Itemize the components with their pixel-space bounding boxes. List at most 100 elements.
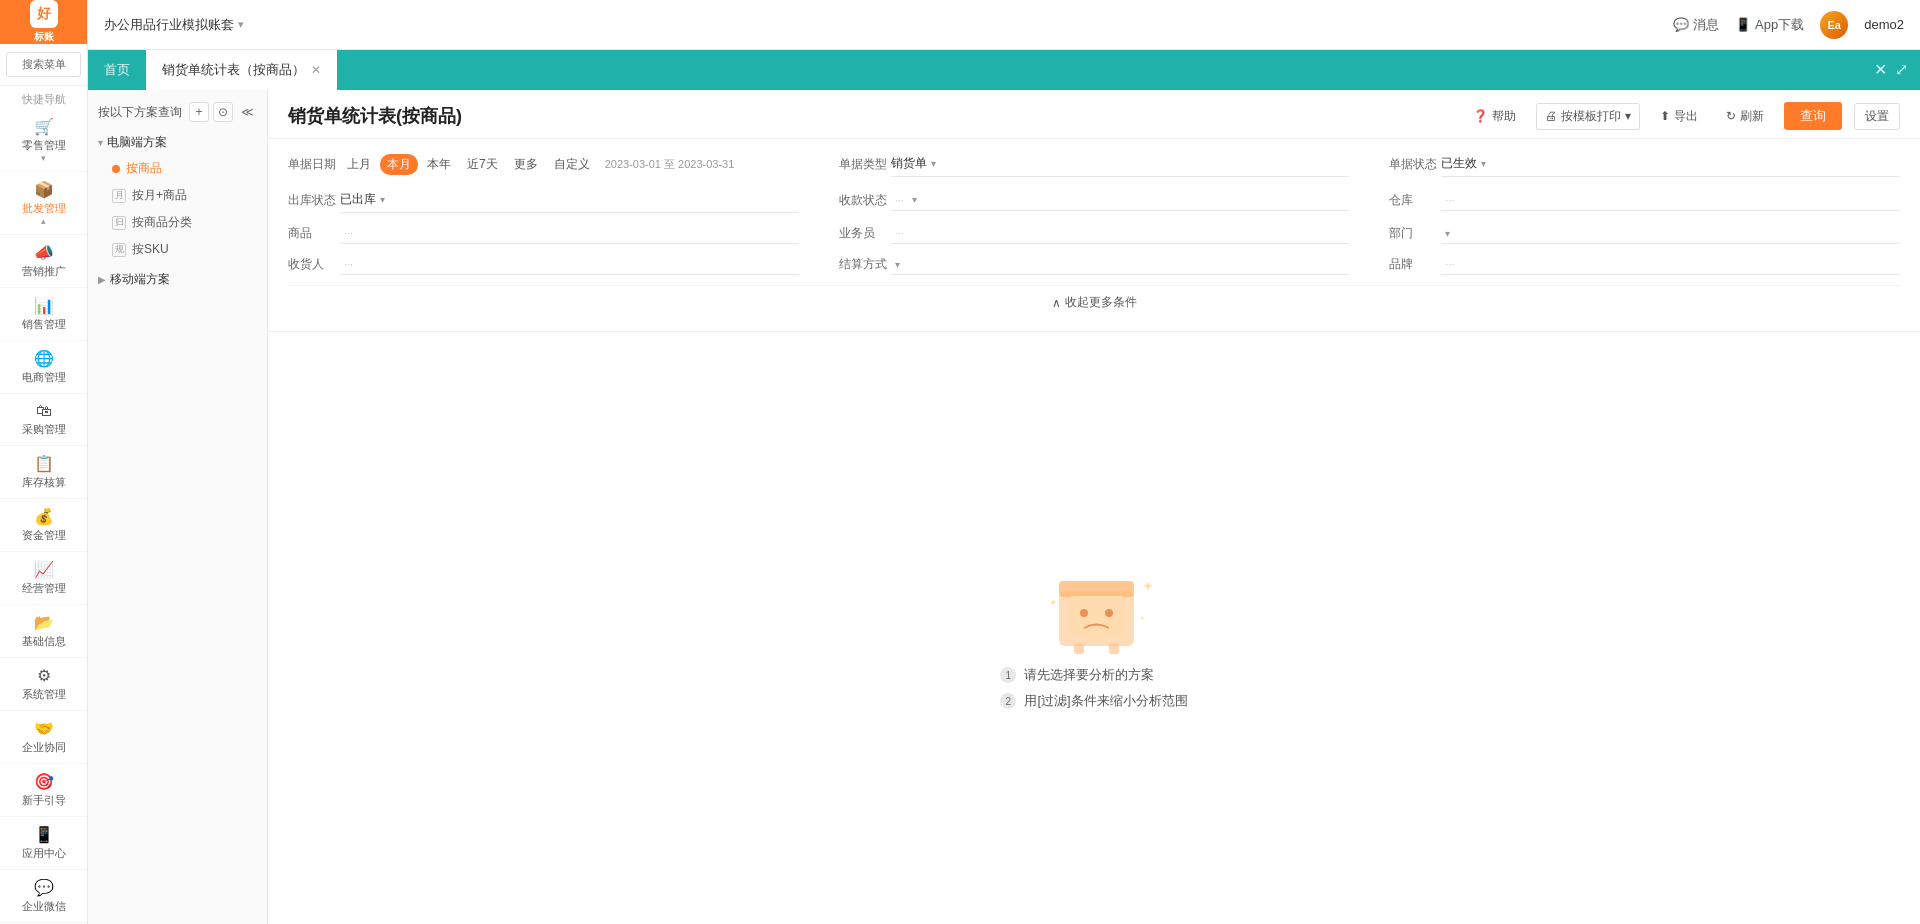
warehouse-control: ··· <box>1441 190 1900 211</box>
tab-close-all-button[interactable]: ✕ <box>1874 62 1887 78</box>
mobile-group-arrow: ▶ <box>98 274 106 285</box>
collapse-button[interactable]: ∧ 收起更多条件 <box>1052 294 1137 311</box>
sidebar-item-sales[interactable]: 📊 销售管理 <box>0 288 87 341</box>
scheme-item-by-product[interactable]: 按商品 <box>88 155 267 182</box>
scheme-group-mobile-header[interactable]: ▶ 移动端方案 <box>88 267 267 292</box>
date-tabs-container: 上月 本月 本年 近7天 更多 自定义 2023-03-01 至 2023-03… <box>340 154 734 175</box>
sidebar-item-retail-label: 零售管理 <box>22 138 66 153</box>
sidebar-item-basic[interactable]: 📂 基础信息 <box>0 605 87 658</box>
payment-dropdown-arrow[interactable]: ▾ <box>891 259 904 270</box>
salesperson-filter-item: 业务员 ··· <box>839 223 1350 244</box>
sidebar-item-wechat[interactable]: 💬 企业微信 <box>0 870 87 923</box>
app-download-button[interactable]: 📱 App下载 <box>1735 16 1804 34</box>
empty-tip-1: 1 请先选择要分析的方案 <box>1000 666 1187 684</box>
sidebar-item-marketing[interactable]: 📣 营销推广 <box>0 235 87 288</box>
doc-status-dropdown-arrow[interactable]: ▾ <box>1477 158 1490 169</box>
message-icon: 💬 <box>1673 17 1689 32</box>
sidebar-item-retail[interactable]: 🛒 零售管理 ▾ <box>0 109 87 172</box>
date-tab-this-month[interactable]: 本月 <box>380 154 418 175</box>
payment-label: 结算方式 <box>839 256 891 273</box>
scheme-add-button[interactable]: + <box>189 102 209 122</box>
app-logo[interactable]: 好 标账 <box>0 0 87 44</box>
tab-bar: 首页 销货单统计表（按商品） ✕ ✕ ⤢ <box>88 50 1920 90</box>
sidebar-item-ecommerce[interactable]: 🌐 电商管理 <box>0 341 87 394</box>
stock-status-label: 出库状态 <box>288 192 340 209</box>
sidebar-item-finance-label: 资金管理 <box>22 528 66 543</box>
sidebar-item-system-label: 系统管理 <box>22 687 66 702</box>
content-area: 按以下方案查询 + ⊙ ≪ ▾ 电脑端方案 按商品 月 <box>88 90 1920 924</box>
filter-row-1: 单据日期 上月 本月 本年 近7天 更多 自定义 2023-03-01 至 20… <box>288 151 1900 177</box>
date-tab-this-year[interactable]: 本年 <box>420 154 458 175</box>
top-header: 办公用品行业模拟账套 ▾ 💬 消息 📱 App下载 Ea demo2 <box>88 0 1920 50</box>
tab-expand-button[interactable]: ⤢ <box>1895 62 1908 78</box>
date-tab-last-month[interactable]: 上月 <box>340 154 378 175</box>
ecommerce-icon: 🌐 <box>34 349 54 368</box>
collapse-row: ∧ 收起更多条件 <box>288 285 1900 319</box>
sidebar-item-apps[interactable]: 📱 应用中心 <box>0 817 87 870</box>
product-label: 商品 <box>288 225 340 242</box>
doc-status-label: 单据状态 <box>1389 156 1441 173</box>
doc-type-dropdown-arrow[interactable]: ▾ <box>927 158 940 169</box>
export-button[interactable]: ⬆ 导出 <box>1652 104 1706 129</box>
date-tab-custom[interactable]: 自定义 <box>547 154 597 175</box>
sidebar-item-enterprise[interactable]: 🤝 企业协同 <box>0 711 87 764</box>
sidebar-item-marketing-label: 营销推广 <box>22 264 66 279</box>
query-label: 查询 <box>1800 107 1826 125</box>
stock-status-dropdown-arrow[interactable]: ▾ <box>376 194 389 205</box>
sidebar-item-purchase[interactable]: 🛍 采购管理 <box>0 394 87 446</box>
scheme-settings-button[interactable]: ⊙ <box>213 102 233 122</box>
scheme-group-mobile: ▶ 移动端方案 <box>88 267 267 292</box>
warehouse-more[interactable]: ··· <box>1441 194 1458 206</box>
tip-text-2: 用[过滤]条件来缩小分析范围 <box>1024 692 1187 710</box>
department-dropdown-arrow[interactable]: ▾ <box>1441 228 1454 239</box>
user-initials: Ea <box>1828 19 1841 31</box>
help-button[interactable]: ❓ 帮助 <box>1465 104 1524 129</box>
tab-report[interactable]: 销货单统计表（按商品） ✕ <box>146 50 337 90</box>
scheme-panel-icons: + ⊙ ≪ <box>189 102 257 122</box>
scheme-item-by-sku[interactable]: 规 按SKU <box>88 236 267 263</box>
date-range-display: 2023-03-01 至 2023-03-31 <box>605 157 735 172</box>
tab-home[interactable]: 首页 <box>88 50 146 90</box>
refresh-button[interactable]: ↻ 刷新 <box>1718 104 1772 129</box>
sidebar-item-system[interactable]: ⚙ 系统管理 <box>0 658 87 711</box>
scheme-group-pc-header[interactable]: ▾ 电脑端方案 <box>88 130 267 155</box>
receipt-status-dropdown-arrow[interactable]: ▾ <box>908 194 921 205</box>
receiver-more[interactable]: ··· <box>340 258 357 270</box>
industry-dropdown-arrow: ▾ <box>238 18 244 31</box>
retail-icon: 🛒 <box>34 117 54 136</box>
scheme-collapse-button[interactable]: ≪ <box>237 102 257 122</box>
sidebar-item-wholesale[interactable]: 📦 批发管理 ▴ <box>0 172 87 235</box>
message-button[interactable]: 💬 消息 <box>1673 16 1719 34</box>
sidebar-item-guide[interactable]: 🎯 新手引导 <box>0 764 87 817</box>
salesperson-more[interactable]: ··· <box>891 227 908 239</box>
template-print-button[interactable]: 🖨 按模板打印 ▾ <box>1536 103 1640 130</box>
refresh-label: 刷新 <box>1740 108 1764 125</box>
date-tab-7days[interactable]: 近7天 <box>460 154 505 175</box>
industry-selector[interactable]: 办公用品行业模拟账套 ▾ <box>104 16 244 34</box>
receipt-status-control: ··· ▾ <box>891 190 1350 211</box>
sidebar-item-inventory[interactable]: 📋 库存核算 <box>0 446 87 499</box>
user-name[interactable]: demo2 <box>1864 17 1904 32</box>
date-tab-more[interactable]: 更多 <box>507 154 545 175</box>
header-right: 💬 消息 📱 App下载 Ea demo2 <box>1673 11 1904 39</box>
sidebar-item-sales-label: 销售管理 <box>22 317 66 332</box>
query-button[interactable]: 查询 <box>1784 102 1842 130</box>
scheme-item-month-product[interactable]: 月 按月+商品 <box>88 182 267 209</box>
guide-icon: 🎯 <box>34 772 54 791</box>
settings-button[interactable]: 设置 <box>1854 103 1900 130</box>
brand-more[interactable]: ··· <box>1441 258 1458 270</box>
user-avatar[interactable]: Ea <box>1820 11 1848 39</box>
receiver-control: ··· <box>340 254 799 275</box>
scheme-item-by-category[interactable]: 归 按商品分类 <box>88 209 267 236</box>
print-dropdown-arrow: ▾ <box>1625 109 1631 123</box>
sidebar-item-inventory-label: 库存核算 <box>22 475 66 490</box>
product-more[interactable]: ··· <box>340 227 357 239</box>
search-menu-button[interactable]: 搜索菜单 <box>6 52 81 77</box>
payment-control: ▾ <box>891 255 1350 275</box>
sidebar-item-finance[interactable]: 💰 资金管理 <box>0 499 87 552</box>
sidebar-item-guide-label: 新手引导 <box>22 793 66 808</box>
receipt-status-more[interactable]: ··· <box>891 194 908 206</box>
tab-report-close[interactable]: ✕ <box>311 63 321 77</box>
svg-rect-2 <box>1069 596 1124 636</box>
sidebar-item-operations[interactable]: 📈 经营管理 <box>0 552 87 605</box>
